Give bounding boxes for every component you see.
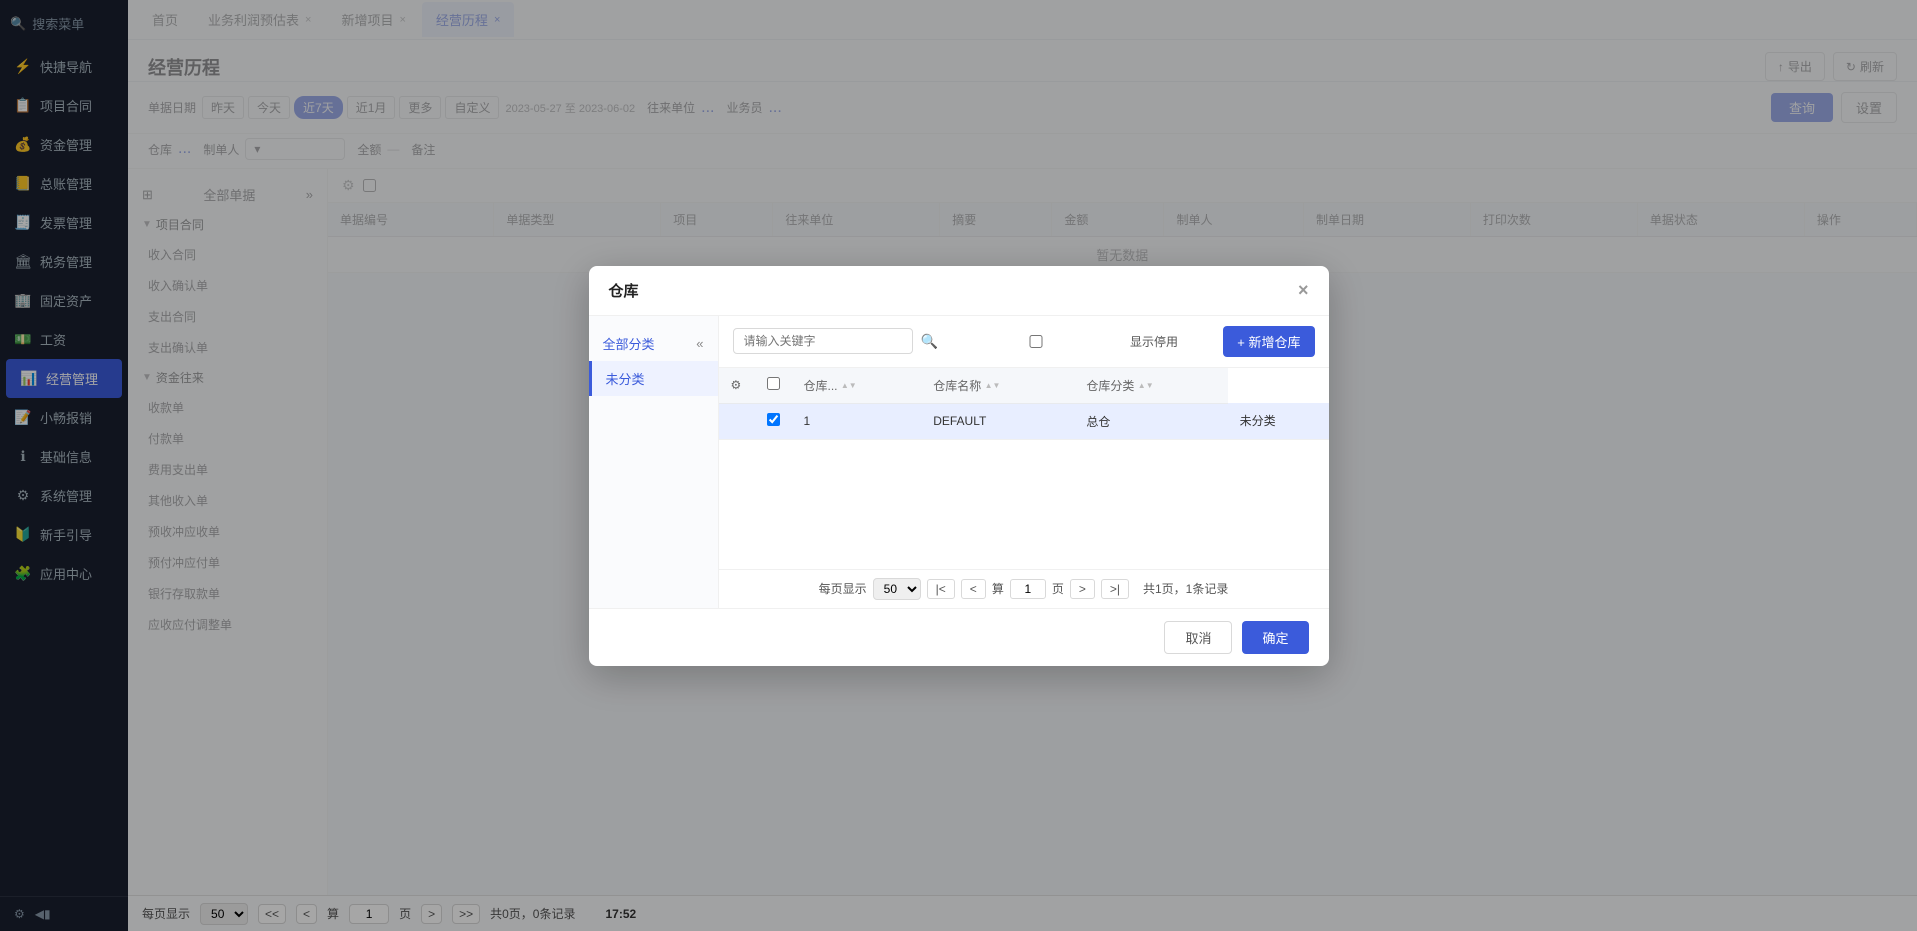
th-category: 仓库分类 ▲▼ [1074,368,1227,404]
code-sort-icon[interactable]: ▲▼ [841,382,857,390]
modal-overlay: 仓库 × 全部分类 « 未分类 🔍 [0,0,1917,931]
row-settings-cell [719,403,755,439]
th-select [755,368,792,404]
dialog-header: 仓库 × [589,266,1329,316]
dialog-search-icon[interactable]: 🔍 [921,333,938,350]
name-sort-icon[interactable]: ▲▼ [985,382,1001,390]
dialog-total-label: 共1页，1条记录 [1143,580,1228,597]
settings-icon: ⚙ [731,378,742,392]
th-code: 仓库... ▲▼ [792,368,922,404]
show-disabled-checkbox[interactable] [946,335,1126,348]
dialog-per-page-label: 每页显示 [819,580,867,597]
th-name: 仓库名称 ▲▼ [921,368,1074,404]
dialog-table-area: ⚙ 仓库... ▲▼ 仓库名称 ▲▼ [719,368,1329,569]
dialog-all-categories-label[interactable]: 全部分类 [603,334,655,353]
warehouse-dialog: 仓库 × 全部分类 « 未分类 🔍 [589,266,1329,666]
row-category-cell: 未分类 [1228,403,1329,439]
show-disabled-text: 显示停用 [1130,333,1178,350]
dialog-table-header: ⚙ 仓库... ▲▼ 仓库名称 ▲▼ [719,368,1329,404]
row-num-cell: 1 [792,403,922,439]
dialog-prev-btn[interactable]: < [961,579,986,599]
cancel-button[interactable]: 取消 [1164,621,1232,654]
dialog-next-btn[interactable]: > [1070,579,1095,599]
dialog-search-input[interactable] [733,328,913,354]
category-sort-icon[interactable]: ▲▼ [1138,382,1154,390]
dialog-search-area: 🔍 显示停用 [733,328,1178,354]
dialog-page-input[interactable] [1010,579,1046,599]
dialog-last-btn[interactable]: >| [1101,579,1129,599]
th-settings: ⚙ [719,368,755,404]
row-name-cell: 总仓 [1074,403,1227,439]
dialog-first-btn[interactable]: |< [927,579,955,599]
dialog-left-item-未分类[interactable]: 未分类 [589,361,718,396]
dialog-table-row[interactable]: 1 DEFAULT 总仓 未分类 [719,403,1329,439]
dialog-left-items: 未分类 [589,361,718,396]
confirm-button[interactable]: 确定 [1242,621,1308,654]
dialog-left-panel: 全部分类 « 未分类 [589,316,719,608]
dialog-toolbar: 🔍 显示停用 + 新增仓库 [719,316,1329,368]
dialog-calc-label: 算 [992,580,1004,597]
add-warehouse-button[interactable]: + 新增仓库 [1223,326,1314,357]
th-name-label: 仓库名称 [933,379,981,393]
dialog-collapse-icon[interactable]: « [696,336,703,351]
dialog-page-label: 页 [1052,580,1064,597]
dialog-right-panel: 🔍 显示停用 + 新增仓库 ⚙ [719,316,1329,608]
dialog-left-header: 全部分类 « [589,326,718,361]
th-category-label: 仓库分类 [1086,379,1134,393]
row-code-cell: DEFAULT [921,403,1074,439]
row-checkbox[interactable] [767,413,780,426]
dialog-pager: 每页显示 50 |< < 算 页 > >| 共1页，1条记录 [719,569,1329,608]
dialog-table-body: 1 DEFAULT 总仓 未分类 [719,403,1329,439]
th-code-label: 仓库... [804,379,838,393]
dialog-page-size[interactable]: 50 [873,578,921,600]
dialog-action-footer: 取消 确定 [589,608,1329,666]
dialog-select-all[interactable] [767,377,780,390]
row-checkbox-cell [755,403,792,439]
show-disabled-label: 显示停用 [946,333,1178,350]
dialog-body: 全部分类 « 未分类 🔍 显示停用 + [589,316,1329,608]
dialog-close-button[interactable]: × [1298,281,1309,299]
dialog-table: ⚙ 仓库... ▲▼ 仓库名称 ▲▼ [719,368,1329,440]
dialog-title: 仓库 [609,280,639,301]
